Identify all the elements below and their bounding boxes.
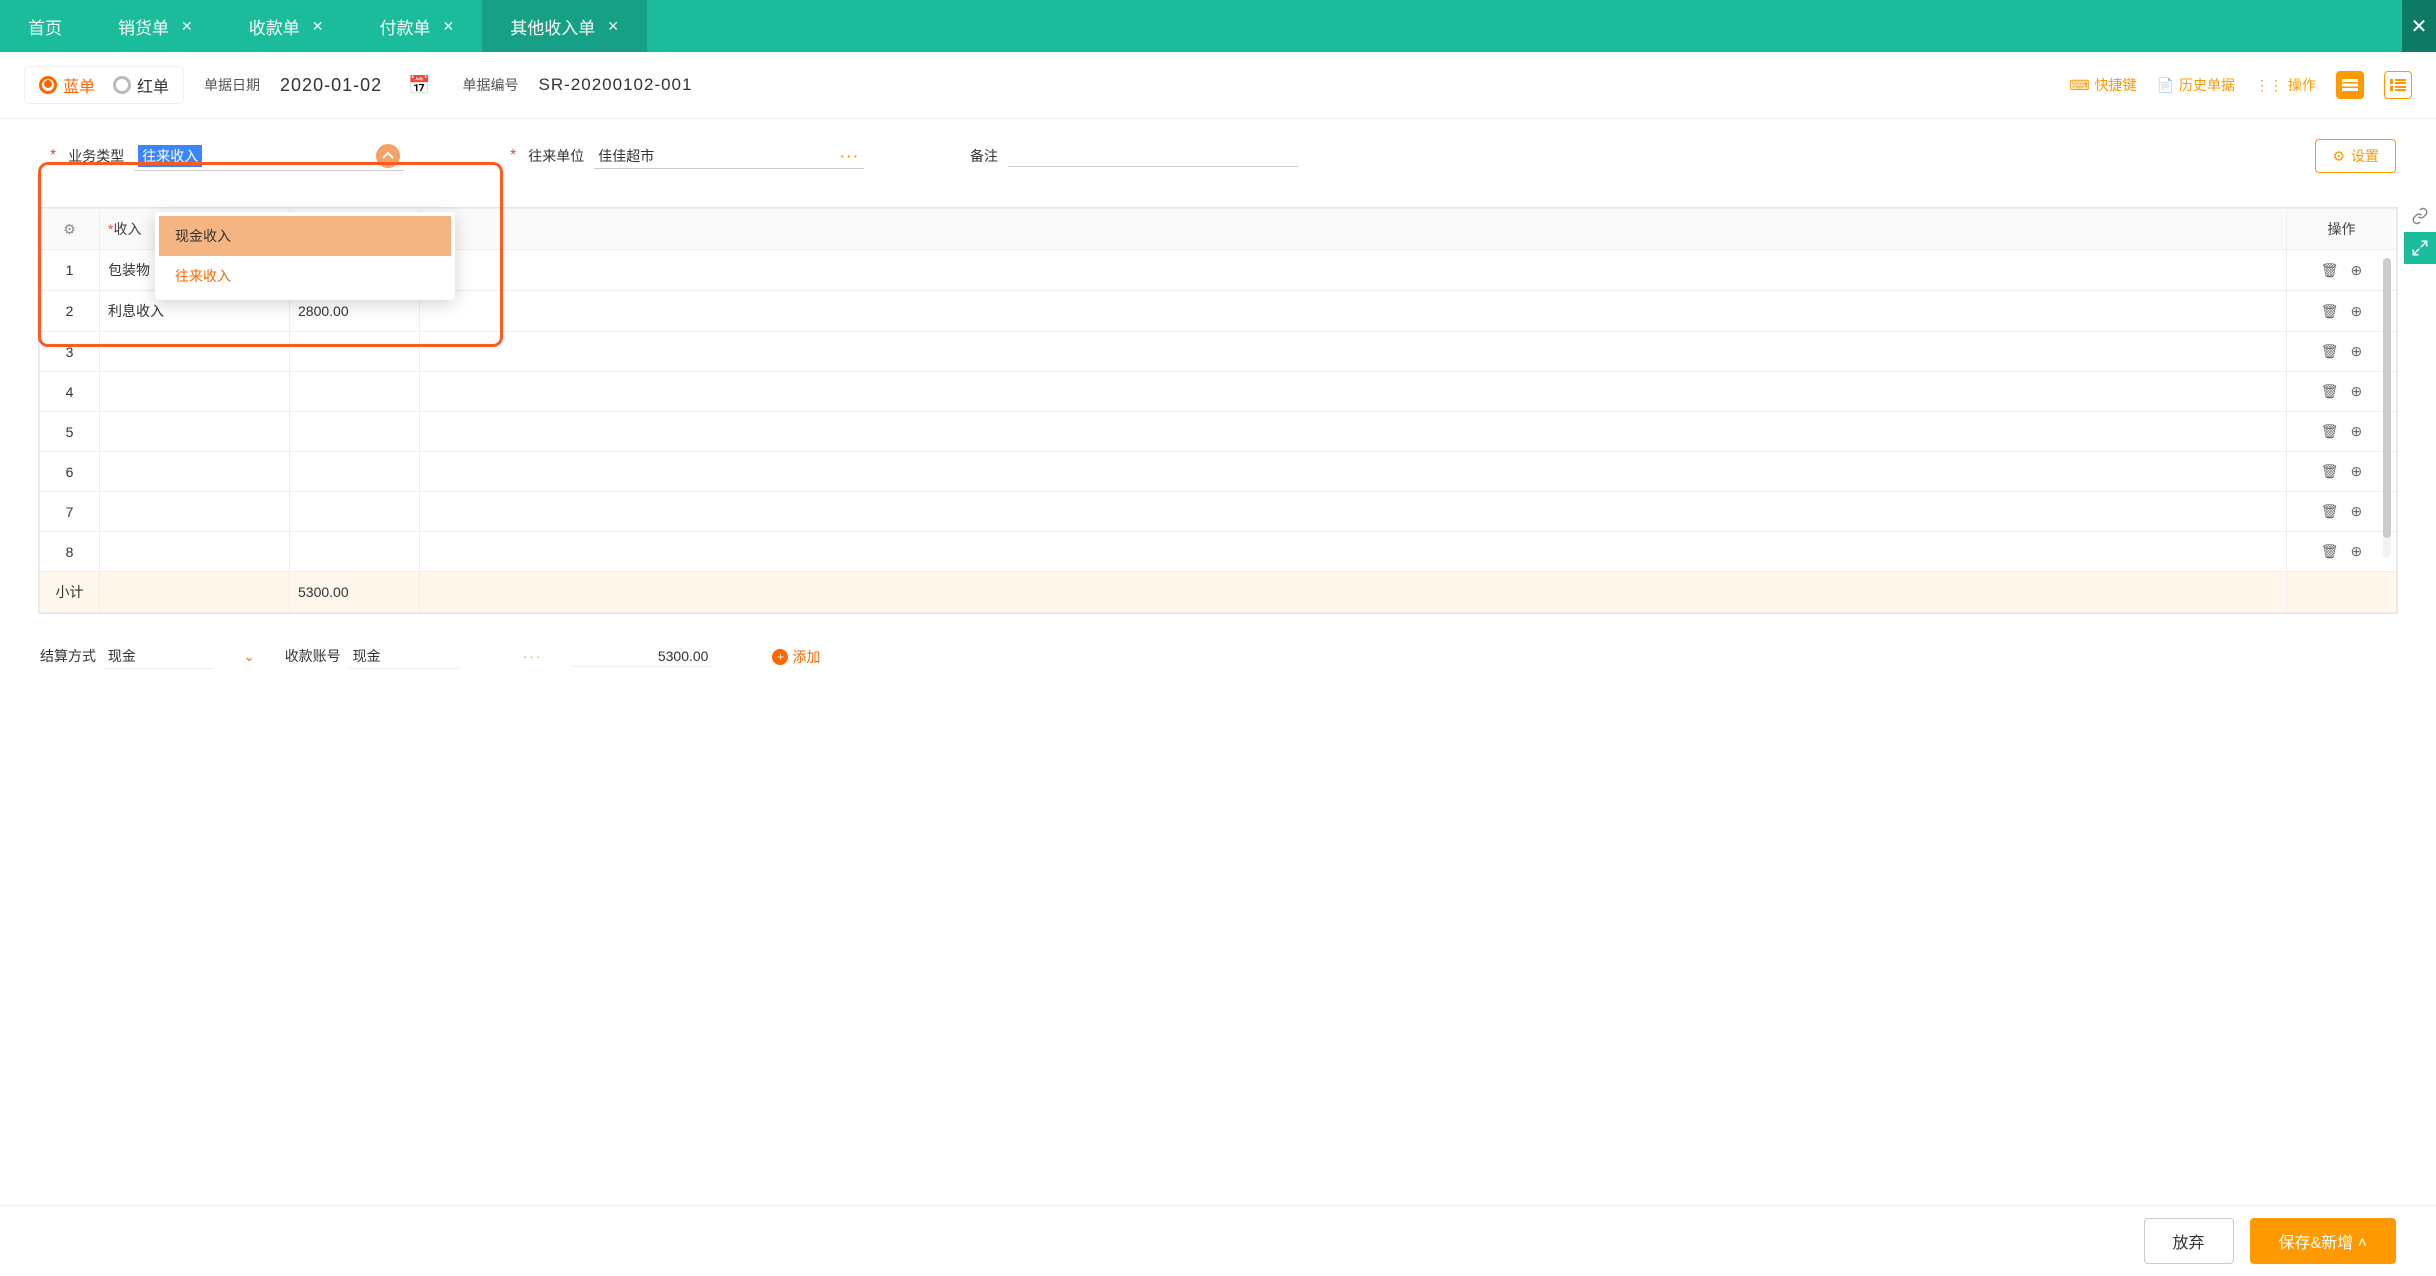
tab-sales[interactable]: 销货单✕ bbox=[90, 0, 221, 52]
party-field[interactable]: * 往来单位 佳佳超市 ··· bbox=[510, 144, 910, 169]
expand-icon[interactable] bbox=[2404, 232, 2436, 264]
tab-other-income[interactable]: 其他收入单✕ bbox=[482, 0, 647, 52]
dropdown-option[interactable]: 现金收入 bbox=[159, 216, 451, 256]
view-list-icon[interactable] bbox=[2336, 71, 2364, 99]
table-row[interactable]: 4🗑⊕ bbox=[40, 372, 2397, 412]
close-icon[interactable]: ✕ bbox=[607, 18, 619, 35]
table-row[interactable]: 5🗑⊕ bbox=[40, 412, 2397, 452]
calendar-icon[interactable]: 📅 bbox=[408, 75, 430, 96]
delete-icon[interactable]: 🗑 bbox=[2321, 503, 2339, 519]
dropdown-option[interactable]: 往来收入 bbox=[159, 256, 451, 296]
remark-field[interactable]: 备注 bbox=[970, 146, 1298, 167]
close-icon[interactable]: ✕ bbox=[312, 18, 324, 35]
biz-type-field[interactable]: * 业务类型 往来收入 bbox=[50, 142, 450, 171]
required-star: * bbox=[50, 147, 56, 165]
shortcut-link[interactable]: ⌨快捷键 bbox=[2069, 75, 2136, 95]
link-icon[interactable] bbox=[2404, 200, 2436, 232]
tab-bar: 首页 销货单✕ 收款单✕ 付款单✕ 其他收入单✕ ✕ bbox=[0, 0, 2436, 52]
chevron-up-icon: ˄ bbox=[2358, 1235, 2367, 1252]
form-row: * 业务类型 往来收入 * 往来单位 佳佳超市 ··· 备注 ⚙ 设置 bbox=[0, 119, 2436, 183]
tab-receipt[interactable]: 收款单✕ bbox=[221, 0, 352, 52]
doc-date-label: 单据日期 bbox=[204, 75, 260, 95]
view-grid-icon[interactable] bbox=[2384, 71, 2412, 99]
payment-amount[interactable]: 5300.00 bbox=[572, 646, 712, 667]
biz-type-value[interactable]: 往来收入 bbox=[138, 145, 202, 167]
scrollbar[interactable] bbox=[2383, 258, 2391, 558]
copy-icon[interactable]: ⊕ bbox=[2351, 383, 2363, 399]
close-all-button[interactable]: ✕ bbox=[2402, 0, 2436, 52]
settlement-method[interactable]: 结算方式 现金 ⌄ bbox=[40, 644, 255, 669]
subtotal-row: 小计5300.00 bbox=[40, 572, 2397, 613]
save-add-button[interactable]: 保存&新增 ˄ bbox=[2250, 1218, 2396, 1264]
party-value[interactable]: 佳佳超市 bbox=[598, 146, 654, 166]
delete-icon[interactable]: 🗑 bbox=[2321, 343, 2339, 359]
tab-payment[interactable]: 付款单✕ bbox=[351, 0, 482, 52]
table-row[interactable]: 7🗑⊕ bbox=[40, 492, 2397, 532]
delete-icon[interactable]: 🗑 bbox=[2321, 463, 2339, 479]
table-row[interactable]: 8🗑⊕ bbox=[40, 532, 2397, 572]
copy-icon[interactable]: ⊕ bbox=[2351, 303, 2363, 319]
copy-icon[interactable]: ⊕ bbox=[2351, 463, 2363, 479]
col-header-item: 收入 bbox=[113, 221, 141, 237]
delete-icon[interactable]: 🗑 bbox=[2321, 303, 2339, 319]
copy-icon[interactable]: ⊕ bbox=[2351, 503, 2363, 519]
copy-icon[interactable]: ⊕ bbox=[2351, 543, 2363, 559]
doc-date-value[interactable]: 2020-01-02 bbox=[280, 75, 382, 96]
payment-row: 结算方式 现金 ⌄ 收款账号 现金 ··· 5300.00 +添加 bbox=[0, 624, 2436, 689]
col-header-ops: 操作 bbox=[2287, 209, 2397, 250]
gear-icon[interactable]: ⚙ bbox=[63, 221, 76, 237]
radio-blue[interactable]: 蓝单 bbox=[39, 73, 95, 97]
doc-color-radio: 蓝单 红单 bbox=[24, 66, 184, 104]
delete-icon[interactable]: 🗑 bbox=[2321, 262, 2339, 278]
table-row[interactable]: 6🗑⊕ bbox=[40, 452, 2397, 492]
settings-button[interactable]: ⚙ 设置 bbox=[2315, 139, 2396, 173]
table-row[interactable]: 3🗑⊕ bbox=[40, 332, 2397, 372]
radio-red[interactable]: 红单 bbox=[113, 73, 169, 97]
sub-header: 蓝单 红单 单据日期 2020-01-02 📅 单据编号 SR-20200102… bbox=[0, 52, 2436, 119]
tab-home[interactable]: 首页 bbox=[0, 0, 90, 52]
discard-button[interactable]: 放弃 bbox=[2144, 1218, 2234, 1264]
receiving-account[interactable]: 收款账号 现金 ··· bbox=[285, 644, 543, 669]
copy-icon[interactable]: ⊕ bbox=[2351, 423, 2363, 439]
add-button[interactable]: +添加 bbox=[772, 647, 820, 667]
delete-icon[interactable]: 🗑 bbox=[2321, 423, 2339, 439]
copy-icon[interactable]: ⊕ bbox=[2351, 343, 2363, 359]
history-link[interactable]: 📄历史单据 bbox=[2157, 75, 2235, 95]
copy-icon[interactable]: ⊕ bbox=[2351, 262, 2363, 278]
right-toolbar bbox=[2404, 200, 2436, 264]
footer: 放弃 保存&新增 ˄ bbox=[0, 1205, 2436, 1276]
more-icon[interactable]: ··· bbox=[522, 648, 542, 664]
operate-menu[interactable]: ⋮⋮操作 bbox=[2255, 75, 2316, 95]
chevron-down-icon[interactable]: ⌄ bbox=[244, 649, 255, 664]
more-icon[interactable]: ··· bbox=[840, 148, 860, 164]
biz-type-dropdown: 现金收入 往来收入 bbox=[155, 212, 455, 300]
required-star: * bbox=[510, 147, 516, 165]
close-icon[interactable]: ✕ bbox=[181, 18, 193, 35]
delete-icon[interactable]: 🗑 bbox=[2321, 543, 2339, 559]
doc-no-value: SR-20200102-001 bbox=[539, 75, 693, 95]
chevron-up-icon[interactable] bbox=[376, 144, 400, 168]
doc-no-label: 单据编号 bbox=[463, 75, 519, 95]
close-icon[interactable]: ✕ bbox=[442, 18, 454, 35]
delete-icon[interactable]: 🗑 bbox=[2321, 383, 2339, 399]
